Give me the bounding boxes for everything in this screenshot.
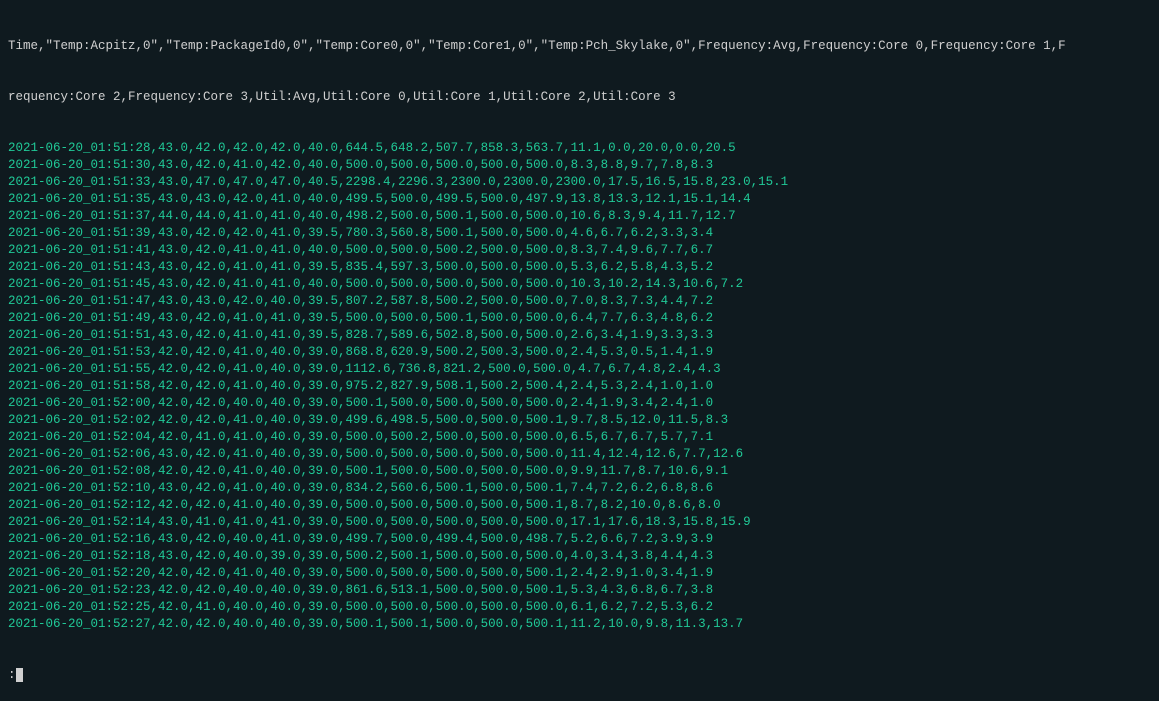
csv-data-row: 2021-06-20_01:51:51,43.0,42.0,41.0,41.0,…: [8, 327, 1151, 344]
csv-header-line2: requency:Core 2,Frequency:Core 3,Util:Av…: [8, 89, 1151, 106]
csv-data-row: 2021-06-20_01:51:39,43.0,42.0,42.0,41.0,…: [8, 225, 1151, 242]
cursor: [16, 668, 23, 682]
terminal-output: Time,"Temp:Acpitz,0","Temp:PackageId0,0"…: [8, 4, 1151, 701]
csv-data-row: 2021-06-20_01:52:14,43.0,41.0,41.0,41.0,…: [8, 514, 1151, 531]
csv-data-row: 2021-06-20_01:51:28,43.0,42.0,42.0,42.0,…: [8, 140, 1151, 157]
csv-data-row: 2021-06-20_01:51:33,43.0,47.0,47.0,47.0,…: [8, 174, 1151, 191]
csv-data-row: 2021-06-20_01:51:43,43.0,42.0,41.0,41.0,…: [8, 259, 1151, 276]
csv-data-row: 2021-06-20_01:52:16,43.0,42.0,40.0,41.0,…: [8, 531, 1151, 548]
csv-data-row: 2021-06-20_01:52:25,42.0,41.0,40.0,40.0,…: [8, 599, 1151, 616]
csv-data-row: 2021-06-20_01:52:12,42.0,42.0,41.0,40.0,…: [8, 497, 1151, 514]
csv-data-row: 2021-06-20_01:51:37,44.0,44.0,41.0,41.0,…: [8, 208, 1151, 225]
csv-rows-container: 2021-06-20_01:51:28,43.0,42.0,42.0,42.0,…: [8, 140, 1151, 633]
csv-data-row: 2021-06-20_01:52:18,43.0,42.0,40.0,39.0,…: [8, 548, 1151, 565]
csv-data-row: 2021-06-20_01:52:27,42.0,42.0,40.0,40.0,…: [8, 616, 1151, 633]
csv-data-row: 2021-06-20_01:52:06,43.0,42.0,41.0,40.0,…: [8, 446, 1151, 463]
csv-data-row: 2021-06-20_01:51:35,43.0,43.0,42.0,41.0,…: [8, 191, 1151, 208]
csv-header-line1: Time,"Temp:Acpitz,0","Temp:PackageId0,0"…: [8, 38, 1151, 55]
csv-data-row: 2021-06-20_01:51:58,42.0,42.0,41.0,40.0,…: [8, 378, 1151, 395]
csv-data-row: 2021-06-20_01:52:10,43.0,42.0,41.0,40.0,…: [8, 480, 1151, 497]
csv-data-row: 2021-06-20_01:52:20,42.0,42.0,41.0,40.0,…: [8, 565, 1151, 582]
csv-data-row: 2021-06-20_01:52:08,42.0,42.0,41.0,40.0,…: [8, 463, 1151, 480]
csv-data-row: 2021-06-20_01:51:53,42.0,42.0,41.0,40.0,…: [8, 344, 1151, 361]
csv-data-row: 2021-06-20_01:51:47,43.0,43.0,42.0,40.0,…: [8, 293, 1151, 310]
csv-data-row: 2021-06-20_01:51:45,43.0,42.0,41.0,41.0,…: [8, 276, 1151, 293]
csv-data-row: 2021-06-20_01:52:23,42.0,42.0,40.0,40.0,…: [8, 582, 1151, 599]
csv-data-row: 2021-06-20_01:51:30,43.0,42.0,41.0,42.0,…: [8, 157, 1151, 174]
pager-prompt: :: [8, 667, 16, 684]
csv-data-row: 2021-06-20_01:51:49,43.0,42.0,41.0,41.0,…: [8, 310, 1151, 327]
csv-data-row: 2021-06-20_01:52:02,42.0,42.0,41.0,40.0,…: [8, 412, 1151, 429]
csv-data-row: 2021-06-20_01:52:00,42.0,42.0,40.0,40.0,…: [8, 395, 1151, 412]
pager-prompt-line[interactable]: :: [8, 667, 1151, 684]
csv-data-row: 2021-06-20_01:51:55,42.0,42.0,41.0,40.0,…: [8, 361, 1151, 378]
csv-data-row: 2021-06-20_01:52:04,42.0,41.0,41.0,40.0,…: [8, 429, 1151, 446]
csv-data-row: 2021-06-20_01:51:41,43.0,42.0,41.0,41.0,…: [8, 242, 1151, 259]
